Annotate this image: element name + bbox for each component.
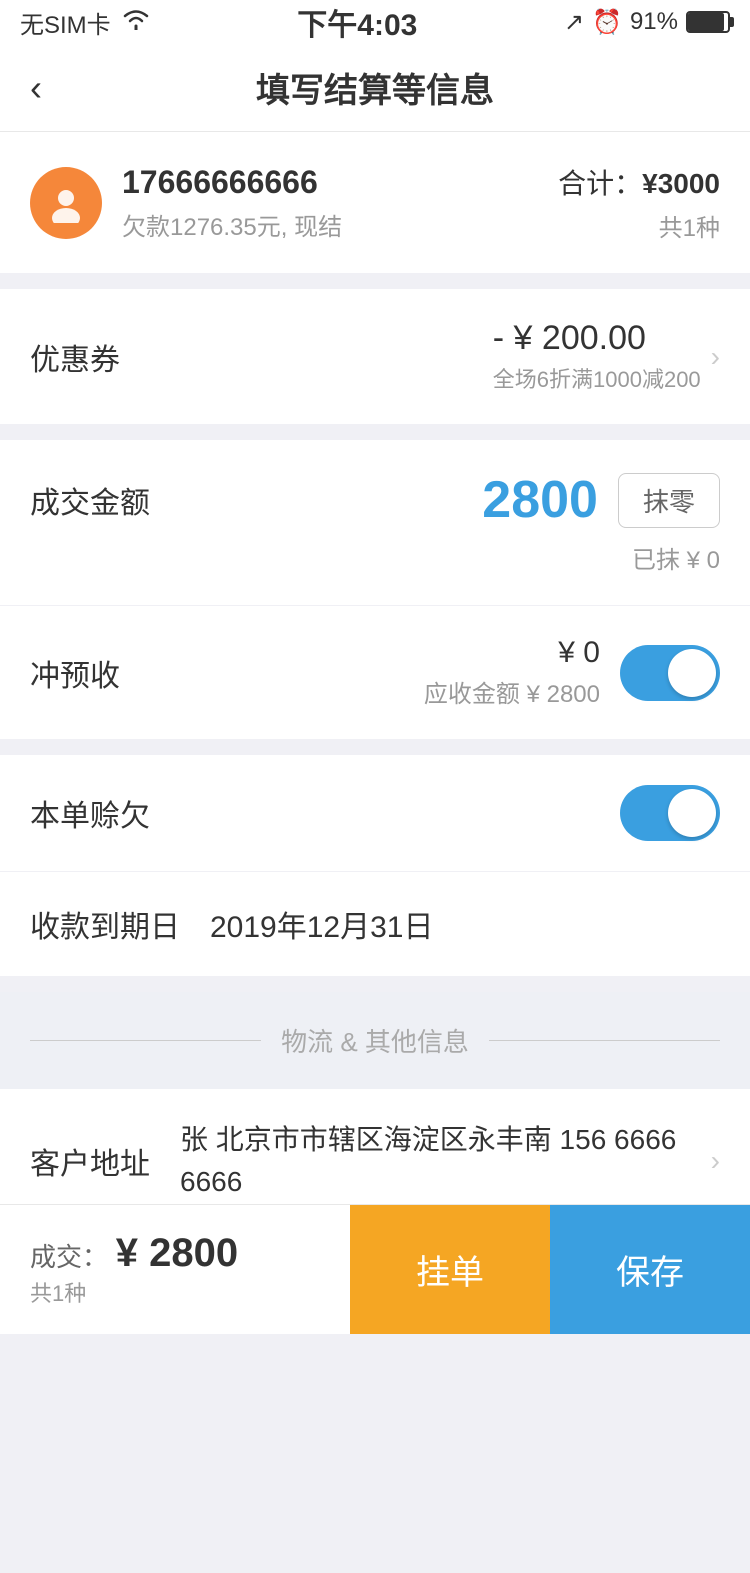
due-date-label: 收款到期日: [30, 902, 180, 946]
prepay-row: 冲预收 ¥ 0 应收金额 ¥ 2800: [30, 636, 720, 709]
total-label: 合计：: [558, 168, 642, 199]
total-count: 共1种: [558, 208, 720, 243]
deferred-toggle[interactable]: [620, 785, 720, 841]
carrier-label: 无SIM卡: [20, 5, 111, 40]
logistics-title-section: 物流 & 其他信息: [0, 992, 750, 1089]
bottom-info: 成交： ¥ 2800 共1种: [0, 1205, 350, 1334]
bottom-bar: 成交： ¥ 2800 共1种 挂单 保存: [0, 1204, 750, 1334]
customer-left: 17666666666 欠款1276.35元, 现结: [30, 164, 342, 242]
coupon-discount: - ¥ 200.00: [493, 319, 701, 358]
coupon-row[interactable]: 优惠券 - ¥ 200.00 全场6折满1000减200 ›: [0, 289, 750, 424]
address-chevron-icon: ›: [711, 1145, 720, 1177]
customer-info: 17666666666 欠款1276.35元, 现结: [122, 164, 342, 242]
total-value: ¥3000: [642, 168, 720, 199]
due-date-section: 收款到期日 2019年12月31日: [0, 871, 750, 976]
amount-right: 2800 抹零: [482, 470, 720, 530]
divider-4: [0, 976, 750, 992]
divider-3: [0, 739, 750, 755]
location-icon: ↗: [564, 8, 584, 37]
status-right: ↗ ⏰ 91%: [564, 8, 730, 37]
logistics-title: 物流 & 其他信息: [261, 1022, 489, 1059]
avatar: [30, 167, 102, 239]
due-date-row: 收款到期日 2019年12月31日: [30, 902, 720, 946]
title-line-right: [489, 1040, 720, 1041]
battery-percent: 91%: [630, 8, 678, 36]
content-area: 17666666666 欠款1276.35元, 现结 合计：¥3000 共1种 …: [0, 132, 750, 1573]
save-button[interactable]: 保存: [550, 1205, 750, 1334]
toggle-knob: [668, 649, 716, 697]
bottom-count: 共1种: [30, 1276, 320, 1308]
wifi-icon: [121, 8, 151, 37]
bottom-amount: ¥ 2800: [116, 1231, 238, 1275]
round-button[interactable]: 抹零: [618, 473, 720, 528]
divider-2: [0, 424, 750, 440]
back-button[interactable]: ‹: [30, 67, 90, 109]
title-line-left: [30, 1040, 261, 1041]
divider-1: [0, 273, 750, 289]
hold-button[interactable]: 挂单: [350, 1205, 550, 1334]
coupon-label: 优惠券: [30, 335, 120, 379]
due-date-value: 2019年12月31日: [210, 902, 433, 946]
status-bar: 无SIM卡 下午4:03 ↗ ⏰ 91%: [0, 0, 750, 44]
amount-section: 成交金额 2800 抹零 已抹 ¥ 0: [0, 440, 750, 605]
bottom-deal-label: 成交：: [30, 1242, 108, 1272]
battery-icon: [686, 11, 730, 33]
deferred-label: 本单赊欠: [30, 791, 150, 835]
chevron-right-icon: ›: [711, 341, 720, 373]
deferred-section: 本单赊欠: [0, 755, 750, 871]
prepay-value-block: ¥ 0 应收金额 ¥ 2800: [424, 636, 600, 709]
coupon-right: - ¥ 200.00 全场6折满1000减200 ›: [493, 319, 720, 394]
prepay-toggle[interactable]: [620, 645, 720, 701]
nav-bar: ‹ 填写结算等信息: [0, 44, 750, 132]
amount-label: 成交金额: [30, 478, 150, 522]
amount-value: 2800: [482, 470, 598, 530]
coupon-detail: 全场6折满1000减200: [493, 362, 701, 394]
customer-phone: 17666666666: [122, 164, 342, 201]
alarm-icon: ⏰: [592, 8, 622, 37]
prepay-section: 冲预收 ¥ 0 应收金额 ¥ 2800: [0, 605, 750, 739]
prepay-sub: 应收金额 ¥ 2800: [424, 674, 600, 709]
prepay-right: ¥ 0 应收金额 ¥ 2800: [424, 636, 720, 709]
customer-sub: 欠款1276.35元, 现结: [122, 207, 342, 242]
amount-row: 成交金额 2800 抹零: [30, 470, 720, 530]
status-time: 下午4:03: [297, 0, 417, 44]
total-label-value: 合计：¥3000: [558, 162, 720, 202]
address-label: 客户地址: [30, 1139, 150, 1183]
coupon-info: - ¥ 200.00 全场6折满1000减200: [493, 319, 701, 394]
prepay-amount: ¥ 0: [424, 636, 600, 670]
page-title: 填写结算等信息: [90, 63, 660, 112]
status-left: 无SIM卡: [20, 5, 151, 40]
prepay-label: 冲预收: [30, 651, 120, 695]
bottom-deal-row: 成交： ¥ 2800: [30, 1231, 320, 1276]
address-value: 张 北京市市辖区海淀区永丰南 156 6666 6666: [180, 1119, 711, 1203]
amount-sub: 已抹 ¥ 0: [30, 540, 720, 575]
customer-right: 合计：¥3000 共1种: [558, 162, 720, 243]
customer-card: 17666666666 欠款1276.35元, 现结 合计：¥3000 共1种: [0, 132, 750, 273]
customer-row: 17666666666 欠款1276.35元, 现结 合计：¥3000 共1种: [30, 162, 720, 243]
deferred-toggle-knob: [668, 789, 716, 837]
